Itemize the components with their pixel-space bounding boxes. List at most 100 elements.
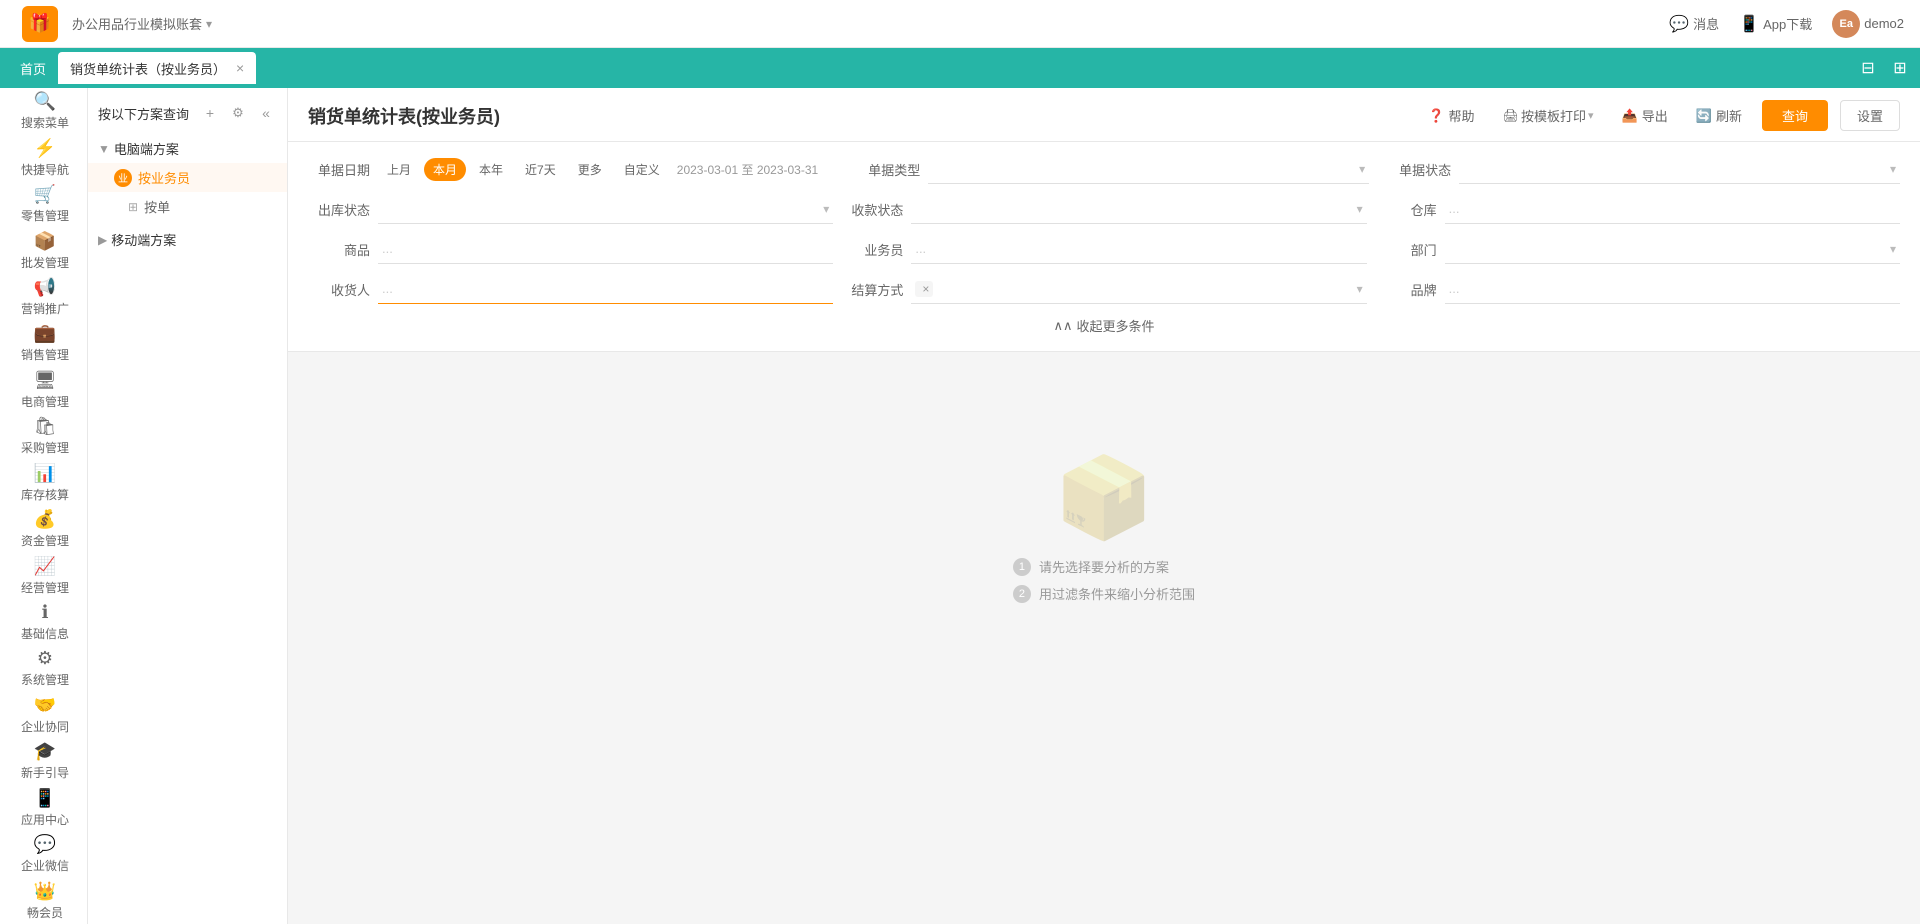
tab-bar: 首页 销货单统计表（按业务员） × ⊟ ⊞ bbox=[0, 48, 1920, 88]
app-download-action[interactable]: 📱 App下载 bbox=[1739, 14, 1812, 34]
tab-close-icon[interactable]: × bbox=[236, 60, 244, 76]
out-status-cell: 出库状态 ▾ bbox=[308, 194, 833, 224]
sidebar-item-enterprise-wechat[interactable]: 💬 企业微信 bbox=[0, 831, 87, 877]
sidebar-item-enterprise-coop[interactable]: 🤝 企业协同 bbox=[0, 692, 87, 738]
sidebar-item-vip-member[interactable]: 👑 畅会员 bbox=[0, 877, 87, 923]
collapse-icon: ∧∧ bbox=[1053, 318, 1072, 334]
date-btn-custom[interactable]: 自定义 bbox=[615, 158, 669, 181]
tab-home[interactable]: 首页 bbox=[8, 52, 58, 84]
doc-type-input[interactable]: ▾ bbox=[928, 154, 1369, 184]
top-bar-left: 🎁 办公用品行业模拟账套 ▾ bbox=[16, 4, 212, 44]
tab-sales-stats-label: 销货单统计表（按业务员） bbox=[70, 59, 226, 78]
inventory-calc-label: 库存核算 bbox=[21, 486, 69, 503]
sidebar-item-sales-mgmt[interactable]: 💼 销售管理 bbox=[0, 320, 87, 366]
date-btn-more[interactable]: 更多 bbox=[569, 158, 611, 181]
collapse-bar[interactable]: ∧∧ 收起更多条件 bbox=[308, 312, 1900, 339]
sidebar-item-quick-nav[interactable]: ⚡ 快捷导航 bbox=[0, 134, 87, 180]
settlement-arrow: ▾ bbox=[1357, 282, 1363, 296]
date-btn-this-month[interactable]: 本月 bbox=[424, 158, 466, 181]
receiver-label: 收货人 bbox=[308, 280, 378, 299]
brand-logo: 🎁 bbox=[16, 4, 64, 44]
filter-row4: 收货人 ... 结算方式 × ▾ bbox=[308, 274, 1900, 304]
template-print-arrow: ▾ bbox=[1588, 109, 1594, 122]
enterprise-wechat-icon: 💬 bbox=[34, 834, 56, 855]
top-bar: 🎁 办公用品行业模拟账套 ▾ 💬 消息 📱 App下载 Ea demo2 bbox=[0, 0, 1920, 48]
enterprise-coop-icon: 🤝 bbox=[34, 695, 56, 716]
sidebar-item-app-center[interactable]: 📱 应用中心 bbox=[0, 785, 87, 831]
refresh-label: 刷新 bbox=[1716, 106, 1742, 125]
date-shortcuts: 上月 本月 本年 近7天 更多 自定义 2023-03-01 至 2023-03… bbox=[378, 158, 818, 181]
doc-status-arrow: ▾ bbox=[1890, 162, 1896, 176]
collapse-panel-button[interactable]: « bbox=[255, 102, 277, 124]
search-menu-icon: 🔍 bbox=[34, 91, 56, 112]
sidebar-item-purchase-mgmt[interactable]: 🛍 采购管理 bbox=[0, 413, 87, 459]
sidebar-item-marketing[interactable]: 📢 营销推广 bbox=[0, 274, 87, 320]
receiver-input[interactable]: ... bbox=[378, 274, 833, 304]
doc-status-input[interactable]: ▾ bbox=[1459, 154, 1900, 184]
goods-label: 商品 bbox=[308, 240, 378, 259]
wholesale-mgmt-label: 批发管理 bbox=[21, 254, 69, 271]
mobile-scheme-header[interactable]: ▶ 移动端方案 bbox=[88, 225, 287, 254]
sidebar-item-finance-mgmt[interactable]: 💰 资金管理 bbox=[0, 506, 87, 552]
brand-input[interactable]: ... bbox=[1445, 274, 1900, 304]
scheme-sub-item-by-order[interactable]: ⊞ 按单 bbox=[88, 192, 287, 221]
doc-status-label: 单据状态 bbox=[1389, 160, 1459, 179]
goods-cell: 商品 ... bbox=[308, 234, 833, 264]
desktop-expand-icon: ▼ bbox=[98, 142, 110, 156]
page-title: 销货单统计表(按业务员) bbox=[308, 103, 500, 139]
scheme-item-by-salesperson[interactable]: 业 按业务员 bbox=[88, 163, 287, 192]
salesperson-input[interactable]: ... bbox=[911, 234, 1366, 264]
salesperson-cell: 业务员 ... bbox=[841, 234, 1366, 264]
settings-button[interactable]: 设置 bbox=[1840, 100, 1900, 131]
query-button[interactable]: 查询 bbox=[1762, 100, 1828, 131]
message-action[interactable]: 💬 消息 bbox=[1669, 14, 1719, 34]
sidebar-item-ecommerce-mgmt[interactable]: 🖥 电商管理 bbox=[0, 367, 87, 413]
empty-icon: 📦 bbox=[1054, 451, 1154, 545]
sidebar-item-beginner-guide[interactable]: 🎓 新手引导 bbox=[0, 738, 87, 784]
print-icon: 🖨 bbox=[1503, 108, 1520, 124]
settlement-tag-close[interactable]: × bbox=[922, 282, 929, 296]
add-scheme-button[interactable]: + bbox=[199, 102, 221, 124]
filter-row2: 出库状态 ▾ 收款状态 ▾ 仓库 bbox=[308, 194, 1900, 224]
tab-maximize-icon[interactable]: ⊞ bbox=[1888, 56, 1912, 80]
business-mgmt-label: 经营管理 bbox=[21, 579, 69, 596]
refresh-button[interactable]: 🔄 刷新 bbox=[1688, 102, 1750, 129]
data-area: 📦 1 请先选择要分析的方案 2 用过滤条件来缩小分析范围 bbox=[288, 352, 1920, 702]
sidebar-item-inventory-calc[interactable]: 📊 库存核算 bbox=[0, 460, 87, 506]
goods-input[interactable]: ... bbox=[378, 234, 833, 264]
sidebar-item-system-mgmt[interactable]: ⚙ 系统管理 bbox=[0, 645, 87, 691]
app-title[interactable]: 办公用品行业模拟账套 ▾ bbox=[72, 14, 212, 33]
sidebar-item-search-menu[interactable]: 🔍 搜索菜单 bbox=[0, 88, 87, 134]
receipt-status-arrow: ▾ bbox=[1357, 202, 1363, 216]
tab-home-label: 首页 bbox=[20, 59, 46, 78]
sidebar-item-wholesale-mgmt[interactable]: 📦 批发管理 bbox=[0, 227, 87, 273]
main-layout: 🔍 搜索菜单 ⚡ 快捷导航 🛒 零售管理 📦 批发管理 📢 营销推广 💼 销售管… bbox=[0, 88, 1920, 924]
department-arrow: ▾ bbox=[1890, 242, 1896, 256]
help-button[interactable]: ❓ 帮助 bbox=[1420, 102, 1482, 129]
refresh-icon: 🔄 bbox=[1696, 108, 1712, 124]
scheme-dot-by-salesperson: 业 bbox=[114, 169, 132, 187]
settings-scheme-button[interactable]: ⚙ bbox=[227, 102, 249, 124]
user-profile[interactable]: Ea demo2 bbox=[1832, 10, 1904, 38]
finance-mgmt-label: 资金管理 bbox=[21, 532, 69, 549]
sidebar-item-business-mgmt[interactable]: 📈 经营管理 bbox=[0, 552, 87, 598]
warehouse-cell: 仓库 ... bbox=[1375, 194, 1900, 224]
out-status-input[interactable]: ▾ bbox=[378, 194, 833, 224]
date-btn-last-month[interactable]: 上月 bbox=[378, 158, 420, 181]
app-center-label: 应用中心 bbox=[21, 811, 69, 828]
sidebar-item-basic-info[interactable]: ℹ 基础信息 bbox=[0, 599, 87, 645]
settlement-input[interactable]: × ▾ bbox=[911, 274, 1366, 304]
sidebar-item-retail-mgmt[interactable]: 🛒 零售管理 bbox=[0, 181, 87, 227]
app-title-arrow: ▾ bbox=[206, 17, 212, 31]
tab-sales-stats[interactable]: 销货单统计表（按业务员） × bbox=[58, 52, 256, 84]
template-print-button[interactable]: 🖨 按模板打印 ▾ bbox=[1495, 102, 1602, 129]
date-btn-this-year[interactable]: 本年 bbox=[470, 158, 512, 181]
warehouse-input[interactable]: ... bbox=[1445, 194, 1900, 224]
date-btn-last-7days[interactable]: 近7天 bbox=[516, 158, 565, 181]
receipt-status-input[interactable]: ▾ bbox=[911, 194, 1366, 224]
department-input[interactable]: ▾ bbox=[1445, 234, 1900, 264]
tab-minimize-icon[interactable]: ⊟ bbox=[1856, 56, 1880, 80]
desktop-scheme-header[interactable]: ▼ 电脑端方案 bbox=[88, 134, 287, 163]
export-button[interactable]: 📤 导出 bbox=[1614, 102, 1676, 129]
wholesale-mgmt-icon: 📦 bbox=[34, 231, 56, 252]
